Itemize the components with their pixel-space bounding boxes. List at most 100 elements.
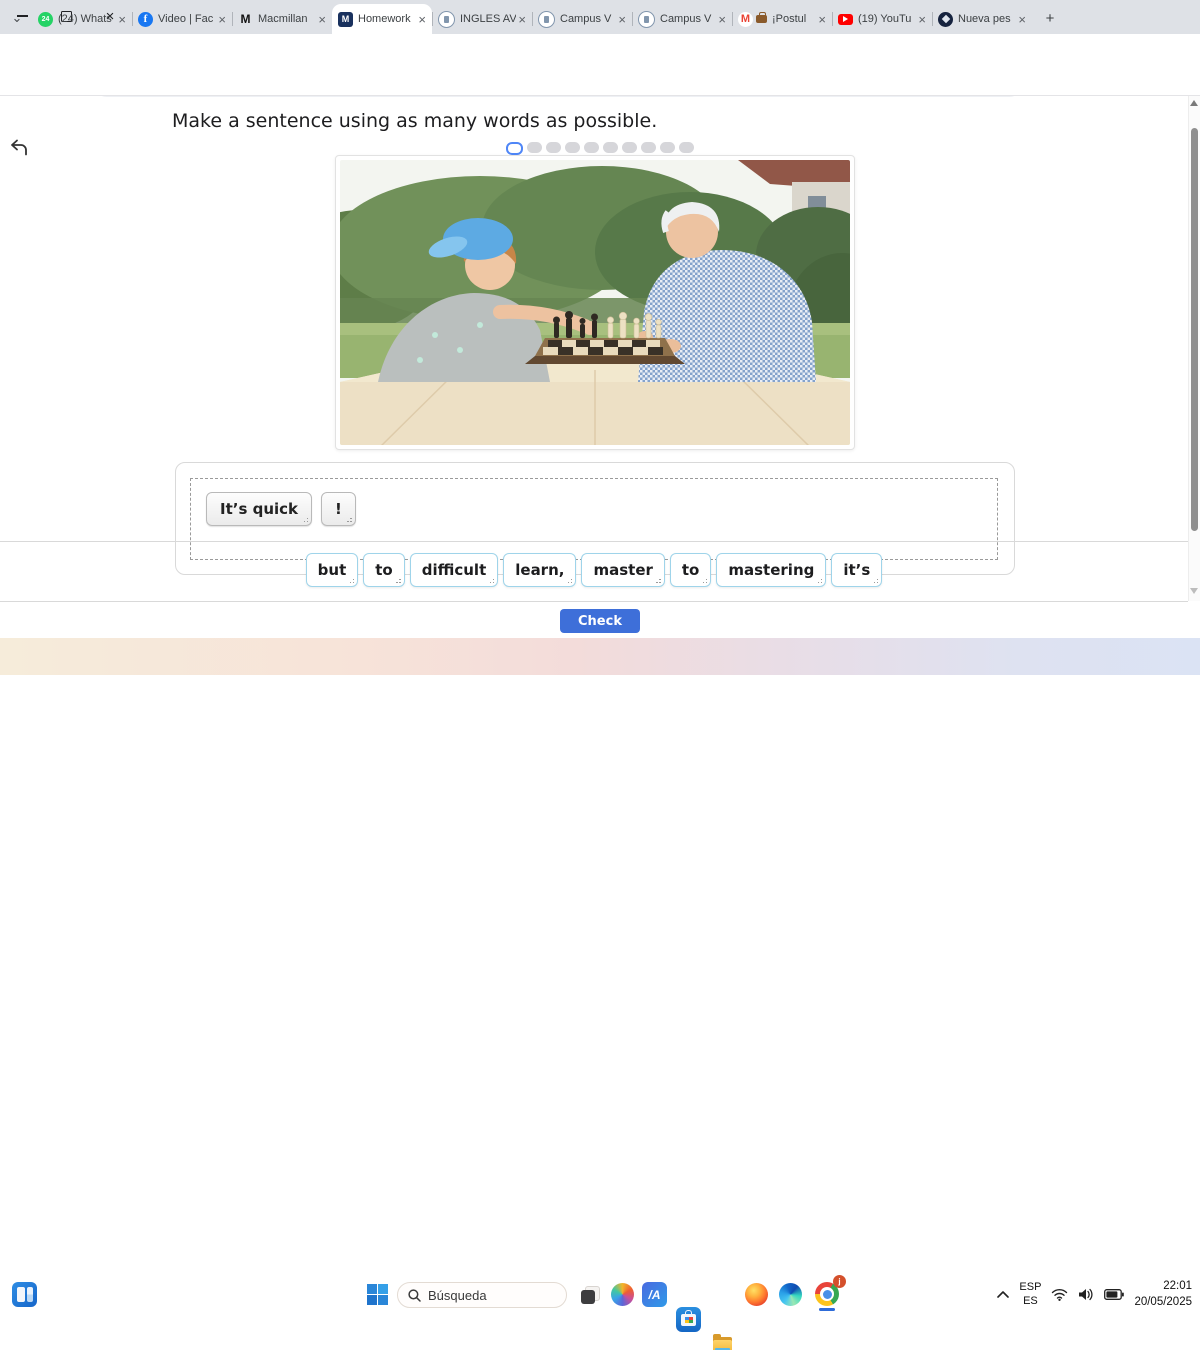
facebook-icon: f — [138, 11, 153, 27]
progress-pill[interactable] — [565, 142, 580, 153]
active-app-indicator — [819, 1307, 835, 1311]
placed-word-chip[interactable]: It’s quick — [206, 492, 313, 526]
tab-close-icon[interactable]: × — [1018, 12, 1026, 27]
tab-title: Macmillan — [258, 13, 308, 25]
scrollbar-up-icon[interactable] — [1190, 100, 1198, 106]
tab-homework-active[interactable]: M Homework × — [332, 4, 432, 34]
progress-indicator — [506, 142, 694, 155]
a-slash-app-icon[interactable]: /A — [642, 1282, 667, 1307]
file-explorer-icon[interactable] — [710, 1332, 735, 1350]
widgets-icon[interactable] — [12, 1282, 37, 1307]
tab-close-icon[interactable]: × — [318, 12, 326, 27]
drag-grip-icon — [873, 578, 879, 583]
progress-pill[interactable] — [660, 142, 675, 153]
task-view-icon[interactable] — [578, 1282, 603, 1307]
tab-ingles[interactable]: INGLES AV × — [432, 4, 532, 34]
tab-campus-1[interactable]: Campus V × — [532, 4, 632, 34]
chrome-taskbar-active[interactable]: j — [812, 1275, 846, 1312]
tab-close-icon[interactable]: × — [718, 12, 726, 27]
new-tab-button[interactable]: + — [1040, 8, 1060, 28]
browser-tab-strip: ⌄ 24 (24) Whats × f Video | Fac × M Macm… — [0, 0, 1200, 34]
scrollbar-thumb[interactable] — [1190, 128, 1198, 531]
tab-facebook[interactable]: f Video | Fac × — [132, 4, 232, 34]
tab-close-icon[interactable]: × — [118, 12, 126, 27]
homework-icon: M — [338, 11, 353, 27]
edge-icon[interactable] — [778, 1282, 803, 1307]
word-tile[interactable]: to — [363, 553, 405, 587]
tile-label: mastering — [728, 561, 815, 579]
tab-title: Campus V — [560, 13, 612, 25]
clock[interactable]: 22:01 20/05/2025 — [1134, 1279, 1192, 1310]
tab-close-icon[interactable]: × — [818, 12, 826, 27]
tab-campus-2[interactable]: Campus V × — [632, 4, 732, 34]
chess-photo — [285, 160, 897, 448]
tab-title: INGLES AV — [460, 13, 517, 25]
tile-label: it’s — [843, 561, 871, 579]
wifi-icon[interactable] — [1051, 1288, 1068, 1301]
tile-label: but — [317, 561, 347, 579]
tab-close-icon[interactable]: × — [918, 12, 926, 27]
progress-pill[interactable] — [584, 142, 599, 153]
tray-chevron-icon[interactable] — [997, 1291, 1010, 1298]
system-tray: ESP ES 22:01 20/05/2025 — [997, 1276, 1192, 1313]
tab-macmillan[interactable]: M Macmillan × — [232, 4, 332, 34]
tab-search-icon[interactable]: ⌄ — [6, 7, 28, 29]
youtube-icon — [838, 13, 853, 25]
footer-divider — [0, 601, 1188, 602]
exit-exercise-icon[interactable] — [8, 137, 30, 159]
word-tile-tray: but to difficult learn, master to master… — [0, 553, 1188, 587]
progress-pill[interactable] — [679, 142, 694, 153]
word-tile[interactable]: to — [669, 553, 712, 587]
word-tile[interactable]: mastering — [716, 553, 827, 587]
copilot-icon[interactable] — [610, 1282, 635, 1307]
drag-grip-icon — [817, 578, 823, 583]
progress-pill-active[interactable] — [506, 142, 523, 155]
placed-word-chip[interactable]: ! — [321, 492, 356, 526]
briefcase-icon — [756, 12, 767, 23]
battery-icon[interactable] — [1104, 1289, 1125, 1300]
exercise-top-bar — [0, 66, 1200, 156]
drag-grip-icon — [702, 578, 708, 583]
tab-youtube[interactable]: (19) YouTu × — [832, 4, 932, 34]
search-placeholder: Búsqueda — [428, 1287, 487, 1303]
tab-gmail[interactable]: M ¡Postul × — [732, 4, 832, 34]
check-button[interactable]: Check — [560, 609, 640, 633]
drag-grip-icon — [489, 578, 495, 583]
speaker-icon[interactable] — [1078, 1288, 1094, 1301]
word-tile[interactable]: it’s — [831, 553, 883, 587]
drag-grip-icon — [347, 517, 352, 522]
tab-whatsapp[interactable]: 24 (24) Whats × — [32, 4, 132, 34]
tab-list: 24 (24) Whats × f Video | Fac × M Macmil… — [32, 0, 1032, 34]
language-indicator[interactable]: ESP ES — [1019, 1281, 1041, 1309]
progress-pill[interactable] — [527, 142, 542, 153]
chip-label: It’s quick — [220, 500, 299, 518]
tab-nueva[interactable]: Nueva pes × — [932, 4, 1032, 34]
word-tile[interactable]: learn, — [503, 553, 577, 587]
tab-close-icon[interactable]: × — [218, 12, 226, 27]
tab-title: Homework — [358, 13, 411, 25]
tile-label: learn, — [515, 561, 565, 579]
progress-pill[interactable] — [622, 142, 637, 153]
exercise-instruction: Make a sentence using as many words as p… — [172, 110, 658, 132]
taskbar-search-input[interactable]: Búsqueda — [397, 1282, 567, 1308]
drag-grip-icon — [349, 578, 355, 583]
word-tile[interactable]: but — [305, 553, 359, 587]
microsoft-store-icon[interactable] — [676, 1307, 701, 1332]
chip-label: ! — [335, 500, 342, 518]
scrollbar-down-icon[interactable] — [1190, 588, 1198, 594]
progress-pill[interactable] — [603, 142, 618, 153]
firefox-icon[interactable] — [744, 1282, 769, 1307]
progress-pill[interactable] — [641, 142, 656, 153]
tab-close-icon[interactable]: × — [418, 12, 426, 27]
drag-grip-icon — [656, 578, 661, 583]
tab-close-icon[interactable]: × — [618, 12, 626, 27]
start-button[interactable] — [365, 1282, 390, 1307]
sentence-drop-zone[interactable]: It’s quick ! — [190, 478, 998, 560]
word-tile[interactable]: master — [581, 553, 665, 587]
campus-crest-icon — [538, 10, 555, 28]
drag-grip-icon — [396, 578, 401, 583]
word-tile[interactable]: difficult — [409, 553, 499, 587]
tab-close-icon[interactable]: × — [518, 12, 526, 27]
progress-pill[interactable] — [546, 142, 561, 153]
tab-title: Video | Fac — [158, 13, 214, 25]
